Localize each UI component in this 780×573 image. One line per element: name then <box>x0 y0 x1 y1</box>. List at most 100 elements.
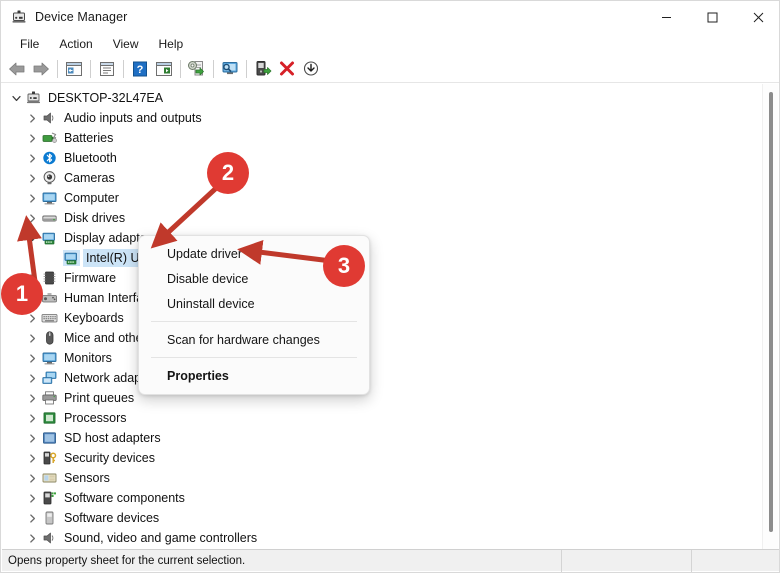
toolbar: ? <box>1 55 779 83</box>
printer-icon <box>41 390 58 406</box>
show-hide-action-pane-icon[interactable] <box>152 57 176 81</box>
tree-item-sd-host-adapters[interactable]: SD host adapters <box>2 428 764 448</box>
chevron-right-icon[interactable] <box>24 530 40 546</box>
context-menu-item-properties[interactable]: Properties <box>139 363 369 388</box>
chevron-down-icon[interactable] <box>24 230 40 246</box>
chevron-right-icon[interactable] <box>24 430 40 446</box>
tree-item-print-queues[interactable]: Print queues <box>2 388 764 408</box>
tree-item-label: Security devices <box>64 451 156 465</box>
status-bar: Opens property sheet for the current sel… <box>2 549 779 572</box>
menu-view[interactable]: View <box>103 34 149 54</box>
chevron-right-icon[interactable] <box>24 510 40 526</box>
tree-item-batteries[interactable]: Batteries <box>2 128 764 148</box>
tree-item-label: Bluetooth <box>64 151 117 165</box>
chevron-right-icon[interactable] <box>24 150 40 166</box>
uninstall-device-icon[interactable] <box>275 57 299 81</box>
network-adapter-icon <box>41 370 58 386</box>
chevron-right-icon[interactable] <box>24 170 40 186</box>
svg-text:?: ? <box>137 64 144 76</box>
tree-item-disk-drives[interactable]: Disk drives <box>2 208 764 228</box>
close-button[interactable] <box>735 1 779 33</box>
tree-item-firmware[interactable]: Firmware <box>2 268 764 288</box>
back-icon[interactable] <box>5 57 29 81</box>
chevron-right-icon[interactable] <box>24 490 40 506</box>
chevron-right-icon[interactable] <box>24 410 40 426</box>
toolbar-separator <box>213 59 214 78</box>
hid-icon <box>41 290 58 306</box>
vertical-scrollbar[interactable] <box>762 84 778 550</box>
tree-root-item[interactable]: DESKTOP-32L47EA <box>2 88 764 108</box>
minimize-button[interactable] <box>643 1 689 33</box>
menu-action[interactable]: Action <box>49 34 102 54</box>
tree-item-label: Cameras <box>64 171 115 185</box>
annotation-badge-3: 3 <box>323 245 365 287</box>
tree-item-computer[interactable]: Computer <box>2 188 764 208</box>
chevron-right-icon[interactable] <box>24 190 40 206</box>
chevron-right-icon[interactable] <box>24 470 40 486</box>
maximize-button[interactable] <box>689 1 735 33</box>
title-bar: Device Manager <box>1 1 779 33</box>
chevron-down-icon[interactable] <box>8 90 24 106</box>
tree-item-display-adapters[interactable]: Display adapters <box>2 228 764 248</box>
chevron-right-icon[interactable] <box>24 110 40 126</box>
tree-item-cameras[interactable]: Cameras <box>2 168 764 188</box>
software-component-icon <box>41 490 58 506</box>
status-message: Opens property sheet for the current sel… <box>8 554 246 567</box>
annotation-badge-2: 2 <box>207 152 249 194</box>
status-pane-1 <box>561 549 691 572</box>
chevron-right-icon[interactable] <box>24 210 40 226</box>
tree-item-human-interface-devices[interactable]: Human Interface Devices <box>2 288 764 308</box>
show-hide-console-tree-icon[interactable] <box>62 57 86 81</box>
chevron-right-icon[interactable] <box>24 390 40 406</box>
mouse-icon <box>41 330 58 346</box>
tree-item-monitors[interactable]: Monitors <box>2 348 764 368</box>
tree-item-bluetooth[interactable]: Bluetooth <box>2 148 764 168</box>
download-icon[interactable] <box>299 57 323 81</box>
monitor-icon <box>41 190 58 206</box>
context-menu-separator <box>151 321 357 322</box>
chevron-right-icon[interactable] <box>24 370 40 386</box>
toolbar-separator <box>246 59 247 78</box>
tree-item-mice-and-other-pointing-devices[interactable]: Mice and other pointing devices <box>2 328 764 348</box>
window-title: Device Manager <box>35 10 128 24</box>
properties-icon[interactable] <box>95 57 119 81</box>
tree-item-label: Software devices <box>64 511 160 525</box>
chevron-right-icon[interactable] <box>24 130 40 146</box>
tree-item-label: Print queues <box>64 391 135 405</box>
tree-item-security-devices[interactable]: Security devices <box>2 448 764 468</box>
enable-device-icon[interactable] <box>251 57 275 81</box>
chevron-right-icon[interactable] <box>24 330 40 346</box>
tree-item-audio-inputs-and-outputs[interactable]: Audio inputs and outputs <box>2 108 764 128</box>
tree-item-intel-uhd-graphics[interactable]: Intel(R) UHD Graphics <box>2 248 764 268</box>
chevron-right-icon[interactable] <box>24 450 40 466</box>
tree-item-label: Monitors <box>64 351 112 365</box>
tree-item-label: Batteries <box>64 131 114 145</box>
context-menu-item-uninstall-device[interactable]: Uninstall device <box>139 291 369 316</box>
tree-item-software-devices[interactable]: Software devices <box>2 508 764 528</box>
menu-file[interactable]: File <box>10 34 49 54</box>
update-driver-icon[interactable] <box>185 57 209 81</box>
scrollbar-thumb[interactable] <box>769 92 773 532</box>
menu-help[interactable]: Help <box>149 34 194 54</box>
tree-item-sensors[interactable]: Sensors <box>2 468 764 488</box>
scan-for-hardware-changes-icon[interactable] <box>218 57 242 81</box>
tree-item-label: Firmware <box>64 271 117 285</box>
help-icon[interactable]: ? <box>128 57 152 81</box>
tree-item-keyboards[interactable]: Keyboards <box>2 308 764 328</box>
context-menu-item-scan-for-hardware-changes[interactable]: Scan for hardware changes <box>139 327 369 352</box>
tree-item-software-components[interactable]: Software components <box>2 488 764 508</box>
tree-item-label: Keyboards <box>64 311 124 325</box>
monitor-icon <box>41 350 58 366</box>
tree-item-label: Computer <box>64 191 119 205</box>
window-controls <box>643 1 779 33</box>
tree-item-label: Sound, video and game controllers <box>64 531 258 545</box>
chevron-right-icon[interactable] <box>24 350 40 366</box>
tree-item-processors[interactable]: Processors <box>2 408 764 428</box>
display-adapter-icon <box>63 250 80 266</box>
device-tree[interactable]: DESKTOP-32L47EA Audio inputs and outputs <box>2 84 764 550</box>
tree-item-network-adapters[interactable]: Network adapters <box>2 368 764 388</box>
security-device-icon <box>41 450 58 466</box>
tree-item-sound-video-and-game-controllers[interactable]: Sound, video and game controllers <box>2 528 764 548</box>
camera-icon <box>41 170 58 186</box>
forward-icon[interactable] <box>29 57 53 81</box>
